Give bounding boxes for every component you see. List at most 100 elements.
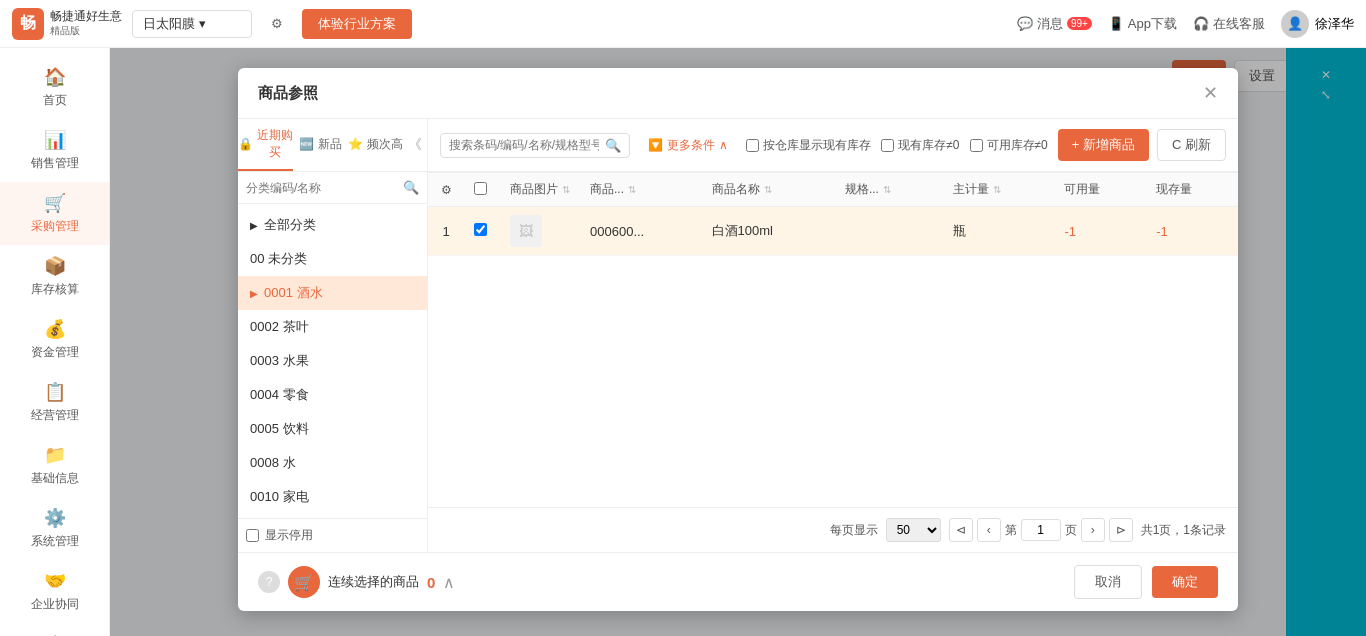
available-nonzero-checkbox[interactable] [970,139,983,152]
th-unit-label: 主计量 [953,181,989,198]
cat-label-drinks: 0005 饮料 [250,420,309,438]
trial-btn[interactable]: 体验行业方案 [302,9,412,39]
cat-search-input[interactable] [246,181,399,195]
cat-item-water[interactable]: 0008 水 [238,446,427,480]
logo: 畅 畅捷通好生意 精品版 [12,8,122,40]
cat-item-fruit[interactable]: 0003 水果 [238,344,427,378]
sidebar-item-sales[interactable]: 📊 销售管理 [0,119,109,182]
row-stock: -1 [1146,207,1238,256]
last-page-btn[interactable]: ⊳ [1109,518,1133,542]
help-icon[interactable]: ? [258,571,280,593]
finance-icon: 💰 [44,318,66,340]
cat-tab-new[interactable]: 🆕 新品 [293,119,348,171]
sidebar-label-operations: 经营管理 [31,407,79,424]
cat-search-icon[interactable]: 🔍 [403,180,419,195]
cat-arrow-all: ▶ [250,220,258,231]
sidebar-item-guide[interactable]: 🎓 新手引导 [0,623,109,636]
select-all-checkbox[interactable] [474,182,487,195]
page-nav: ⊲ ‹ 第 页 › ⊳ [949,518,1133,542]
row-checkbox-cell[interactable] [464,207,500,256]
product-table-wrap: ⚙ 商品图片 ⇅ [428,172,1238,507]
stock-nonzero-checkbox[interactable] [881,139,894,152]
cat-item-tea[interactable]: 0002 茶叶 [238,310,427,344]
sort-icon-unit: ⇅ [993,184,1001,195]
username: 徐泽华 [1315,15,1354,33]
sidebar-item-finance[interactable]: 💰 资金管理 [0,308,109,371]
sidebar-item-home[interactable]: 🏠 首页 [0,56,109,119]
sidebar-item-system[interactable]: ⚙️ 系统管理 [0,497,109,560]
cat-item-snacks[interactable]: 0004 零食 [238,378,427,412]
prev-page-btn[interactable]: ‹ [977,518,1001,542]
first-page-btn[interactable]: ⊲ [949,518,973,542]
user-menu[interactable]: 👤 徐泽华 [1281,10,1354,38]
cat-tab-recent[interactable]: 🔒 近期购买 [238,119,293,171]
cat-item-all[interactable]: ▶ 全部分类 [238,208,427,242]
product-image-placeholder: 🖼 [510,215,542,247]
sidebar-item-operations[interactable]: 📋 经营管理 [0,371,109,434]
cart-btn[interactable]: 🛒 [288,566,320,598]
checkbox-stock-nonzero[interactable]: 现有库存≠0 [881,137,959,154]
checkbox-by-warehouse[interactable]: 按仓库显示现有库存 [746,137,871,154]
next-page-btn[interactable]: › [1081,518,1105,542]
cat-tab-frequent[interactable]: ⭐ 频次高 [348,119,403,171]
purchase-icon: 🛒 [44,192,66,214]
store-dropdown[interactable]: 日太阳膜 ▾ [132,10,252,38]
sidebar-item-purchase[interactable]: 🛒 采购管理 [0,182,109,245]
th-available: 可用量 [1054,173,1146,207]
collapse-icon[interactable]: ∧ [443,573,455,592]
refresh-btn[interactable]: C 刷新 [1157,129,1226,161]
row-image: 🖼 [500,207,580,256]
show-disabled-checkbox[interactable] [246,529,259,542]
app-label: App下载 [1128,15,1177,33]
th-checkbox[interactable] [464,173,500,207]
th-available-label: 可用量 [1064,182,1100,196]
modal-body: 🔒 近期购买 🆕 新品 ⭐ 频次高 《 [238,119,1238,552]
settings-icon[interactable]: ⚙ [262,9,292,39]
per-page-select[interactable]: 50 100 200 [886,518,941,542]
cancel-btn[interactable]: 取消 [1074,565,1142,599]
sidebar-label-home: 首页 [43,92,67,109]
inventory-icon: 📦 [44,255,66,277]
row-name: 白酒100ml [702,207,835,256]
page-number-input[interactable] [1021,519,1061,541]
cat-item-liquor[interactable]: ▶ 0001 酒水 [238,276,427,310]
confirm-btn[interactable]: 确定 [1152,566,1218,598]
add-product-btn[interactable]: + 新增商品 [1058,129,1149,161]
cat-item-unclassified[interactable]: 00 未分类 [238,242,427,276]
product-search-input[interactable] [449,138,599,152]
product-reference-modal: 商品参照 ✕ 🔒 近期购买 🆕 [238,68,1238,611]
app-download-btn[interactable]: 📱 App下载 [1108,15,1177,33]
cat-panel-collapse-btn[interactable]: 《 [403,119,427,171]
chevron-up-icon: ∧ [719,138,728,152]
checkbox-available-nonzero[interactable]: 可用库存≠0 [970,137,1048,154]
table-row[interactable]: 1 🖼 000600... [428,207,1238,256]
sidebar-label-finance: 资金管理 [31,344,79,361]
sidebar-item-inventory[interactable]: 📦 库存核算 [0,245,109,308]
modal-footer-right: 取消 确定 [1074,565,1218,599]
headphone-icon: 🎧 [1193,16,1209,31]
cat-label-liquor: 0001 酒水 [264,284,323,302]
message-btn[interactable]: 💬 消息 99+ [1017,15,1092,33]
by-warehouse-checkbox[interactable] [746,139,759,152]
th-spec: 规格... ⇅ [835,173,943,207]
cat-item-appliances[interactable]: 0010 家电 [238,480,427,514]
sidebar-item-enterprise[interactable]: 🤝 企业协同 [0,560,109,623]
support-btn[interactable]: 🎧 在线客服 [1193,15,1265,33]
row-num: 1 [428,207,464,256]
modal-close-icon[interactable]: ✕ [1203,82,1218,104]
th-settings[interactable]: ⚙ [428,173,464,207]
th-spec-label: 规格... [845,181,879,198]
th-code-label: 商品... [590,181,624,198]
category-panel: 🔒 近期购买 🆕 新品 ⭐ 频次高 《 [238,119,428,552]
sidebar-item-basic-info[interactable]: 📁 基础信息 [0,434,109,497]
per-page-label: 每页显示 [830,522,878,539]
th-image: 商品图片 ⇅ [500,173,580,207]
search-icon[interactable]: 🔍 [605,138,621,153]
row-checkbox[interactable] [474,223,487,236]
filter-more-btn[interactable]: 🔽 更多条件 ∧ [640,133,736,158]
system-icon: ⚙️ [44,507,66,529]
filter-more-label: 更多条件 [667,137,715,154]
cat-item-drinks[interactable]: 0005 饮料 [238,412,427,446]
modal-header: 商品参照 ✕ [238,68,1238,119]
cat-list: ▶ 全部分类 00 未分类 ▶ 0001 酒水 0002 茶 [238,204,427,518]
